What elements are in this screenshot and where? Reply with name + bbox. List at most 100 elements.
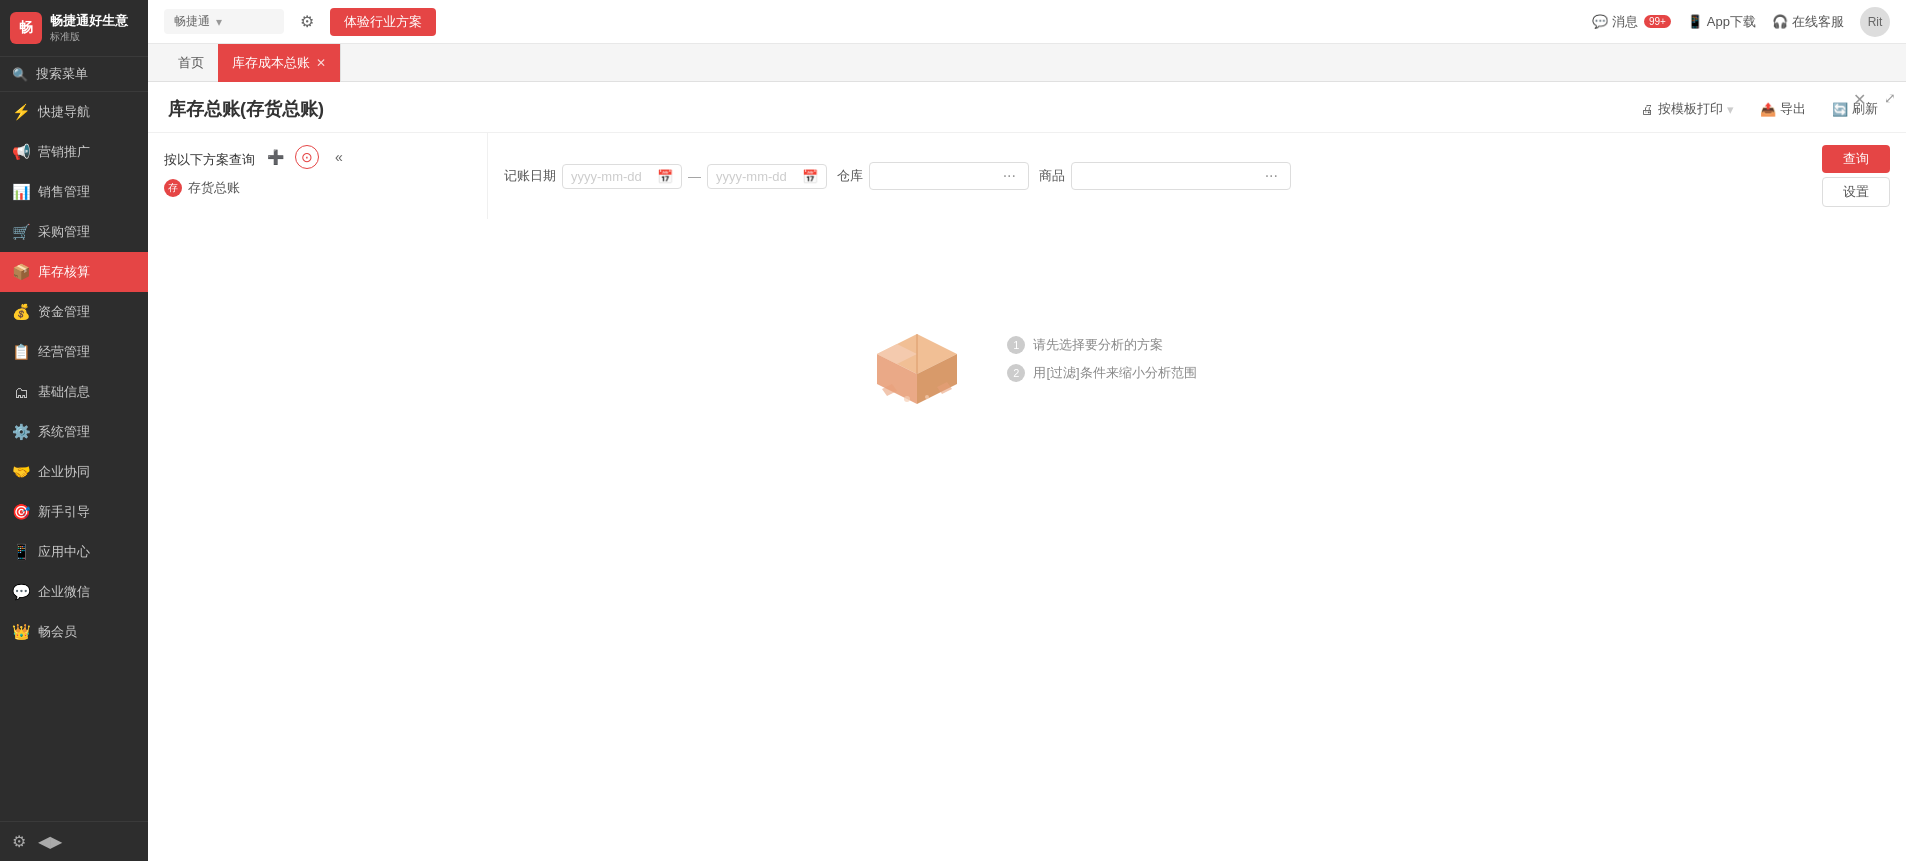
sidebar: 畅 畅捷通好生意 标准版 🔍 搜索菜单 ⚡ 快捷导航 📢 营销推广 📊 销售管理…: [0, 0, 148, 861]
goods-filter-field: 商品 ···: [1039, 162, 1291, 190]
add-scheme-button[interactable]: ➕: [263, 145, 287, 169]
tab-close-icon[interactable]: ✕: [316, 56, 326, 70]
app-download-button[interactable]: 📱 App下载: [1687, 13, 1756, 31]
app-logo-text: 畅捷通好生意 标准版: [50, 12, 128, 44]
sidebar-search[interactable]: 🔍 搜索菜单: [0, 57, 148, 92]
app-center-icon: 📱: [12, 543, 30, 561]
tab-bar: 首页 库存成本总账 ✕: [148, 44, 1906, 82]
message-icon: 💬: [1592, 14, 1608, 29]
app-logo-icon: 畅: [10, 12, 42, 44]
print-dropdown-icon: ▾: [1727, 102, 1734, 117]
filter-action-buttons: 查询 设置: [1822, 145, 1890, 207]
sidebar-item-guide[interactable]: 🎯 新手引导: [0, 492, 148, 532]
sidebar-footer: ⚙ ◀▶: [0, 821, 148, 861]
filter-container: 按以下方案查询 ➕ ⊙ « 存 存货总账 记账日期 yyyy-mm-dd 📅: [148, 133, 1906, 219]
industry-solution-button[interactable]: 体验行业方案: [330, 8, 436, 36]
configure-scheme-button[interactable]: ⊙: [295, 145, 319, 169]
cooperation-icon: 🤝: [12, 463, 30, 481]
filter-header: 按以下方案查询 ➕ ⊙ «: [164, 145, 471, 169]
online-service-button[interactable]: 🎧 在线客服: [1772, 13, 1844, 31]
panel-resize-button[interactable]: ⤢: [1884, 90, 1896, 106]
empty-illustration: [857, 299, 977, 419]
goods-input[interactable]: ···: [1071, 162, 1291, 190]
header-settings-button[interactable]: ⚙: [292, 7, 322, 37]
sidebar-item-cooperation[interactable]: 🤝 企业协同: [0, 452, 148, 492]
message-badge: 99+: [1644, 15, 1671, 28]
date-filter-field: 记账日期 yyyy-mm-dd 📅 — yyyy-mm-dd 📅: [504, 164, 827, 189]
print-button[interactable]: 🖨 按模板打印 ▾: [1633, 96, 1742, 122]
query-button[interactable]: 查询: [1822, 145, 1890, 173]
calendar-start-icon[interactable]: 📅: [657, 169, 673, 184]
tip-item-1: 1 请先选择要分析的方案: [1007, 336, 1196, 354]
sidebar-item-basic[interactable]: 🗂 基础信息: [0, 372, 148, 412]
wechat-icon: 💬: [12, 583, 30, 601]
date-end-input[interactable]: yyyy-mm-dd 📅: [707, 164, 827, 189]
sidebar-item-inventory[interactable]: 📦 库存核算: [0, 252, 148, 292]
headset-icon: 🎧: [1772, 14, 1788, 29]
message-button[interactable]: 💬 消息 99+: [1592, 13, 1671, 31]
guide-icon: 🎯: [12, 503, 30, 521]
footer-toggle-btn[interactable]: ◀▶: [38, 832, 62, 851]
sidebar-item-quick-nav[interactable]: ⚡ 快捷导航: [0, 92, 148, 132]
main-content: 畅捷通 ▾ ⚙ 体验行业方案 💬 消息 99+ 📱 App下载 🎧 在线客服 R…: [148, 0, 1906, 861]
sidebar-item-wechat[interactable]: 💬 企业微信: [0, 572, 148, 612]
finance-icon: 💰: [12, 303, 30, 321]
export-button[interactable]: 📤 导出: [1752, 96, 1814, 122]
page-actions: 🖨 按模板打印 ▾ 📤 导出 🔄 刷新: [1633, 96, 1886, 122]
printer-icon: 🖨: [1641, 102, 1654, 117]
calendar-end-icon[interactable]: 📅: [802, 169, 818, 184]
tip-item-2: 2 用[过滤]条件来缩小分析范围: [1007, 364, 1196, 382]
export-icon: 📤: [1760, 102, 1776, 117]
empty-state-inner: 1 请先选择要分析的方案 2 用[过滤]条件来缩小分析范围: [857, 299, 1196, 419]
sales-icon: 📊: [12, 183, 30, 201]
system-icon: ⚙️: [12, 423, 30, 441]
svg-point-8: [904, 396, 910, 402]
sidebar-item-finance[interactable]: 💰 资金管理: [0, 292, 148, 332]
search-icon: 🔍: [12, 67, 28, 82]
page-header: 库存总账(存货总账) 🖨 按模板打印 ▾ 📤 导出 🔄 刷新: [148, 82, 1906, 133]
sidebar-item-purchase[interactable]: 🛒 采购管理: [0, 212, 148, 252]
panel-close-button[interactable]: ✕: [1853, 90, 1866, 109]
sidebar-item-app-center[interactable]: 📱 应用中心: [0, 532, 148, 572]
header-left: 畅捷通 ▾ ⚙ 体验行业方案: [164, 7, 1592, 37]
filter-scheme-panel: 按以下方案查询 ➕ ⊙ « 存 存货总账: [148, 133, 488, 219]
warehouse-more-icon[interactable]: ···: [999, 167, 1020, 185]
sidebar-item-marketing[interactable]: 📢 营销推广: [0, 132, 148, 172]
filter-row: 记账日期 yyyy-mm-dd 📅 — yyyy-mm-dd 📅 仓库: [488, 133, 1906, 219]
operation-icon: 📋: [12, 343, 30, 361]
company-selector[interactable]: 畅捷通 ▾: [164, 9, 284, 34]
sidebar-item-member[interactable]: 👑 畅会员: [0, 612, 148, 652]
scheme-item-inventory[interactable]: 存 存货总账: [164, 179, 471, 197]
member-icon: 👑: [12, 623, 30, 641]
svg-point-9: [925, 395, 929, 399]
date-start-input[interactable]: yyyy-mm-dd 📅: [562, 164, 682, 189]
sidebar-item-operation[interactable]: 📋 经营管理: [0, 332, 148, 372]
tab-inventory-ledger[interactable]: 库存成本总账 ✕: [218, 44, 341, 82]
empty-state: 1 请先选择要分析的方案 2 用[过滤]条件来缩小分析范围: [148, 219, 1906, 499]
sidebar-nav: ⚡ 快捷导航 📢 营销推广 📊 销售管理 🛒 采购管理 📦 库存核算 💰 资金管…: [0, 92, 148, 821]
goods-more-icon[interactable]: ···: [1261, 167, 1282, 185]
collapse-filter-button[interactable]: «: [327, 145, 351, 169]
sidebar-item-sales[interactable]: 📊 销售管理: [0, 172, 148, 212]
settings-link-button[interactable]: 设置: [1822, 177, 1890, 207]
sidebar-item-system[interactable]: ⚙️ 系统管理: [0, 412, 148, 452]
header-right: 💬 消息 99+ 📱 App下载 🎧 在线客服 Rit: [1592, 7, 1890, 37]
sidebar-logo: 畅 畅捷通好生意 标准版: [0, 0, 148, 57]
basic-icon: 🗂: [12, 384, 30, 401]
warehouse-input[interactable]: ···: [869, 162, 1029, 190]
chevron-down-icon: ▾: [216, 15, 222, 29]
user-avatar[interactable]: Rit: [1860, 7, 1890, 37]
tab-home[interactable]: 首页: [164, 44, 218, 82]
page-area: ✕ ⤢ 库存总账(存货总账) 🖨 按模板打印 ▾ 📤 导出 🔄 刷新: [148, 82, 1906, 861]
inventory-icon: 📦: [12, 263, 30, 281]
empty-tips: 1 请先选择要分析的方案 2 用[过滤]条件来缩小分析范围: [1007, 336, 1196, 382]
marketing-icon: 📢: [12, 143, 30, 161]
purchase-icon: 🛒: [12, 223, 30, 241]
warehouse-filter-field: 仓库 ···: [837, 162, 1029, 190]
footer-settings-btn[interactable]: ⚙: [12, 832, 26, 851]
refresh-icon: 🔄: [1832, 102, 1848, 117]
top-header: 畅捷通 ▾ ⚙ 体验行业方案 💬 消息 99+ 📱 App下载 🎧 在线客服 R…: [148, 0, 1906, 44]
app-download-icon: 📱: [1687, 14, 1703, 29]
scheme-icon: 存: [164, 179, 182, 197]
page-title: 库存总账(存货总账): [168, 97, 324, 121]
